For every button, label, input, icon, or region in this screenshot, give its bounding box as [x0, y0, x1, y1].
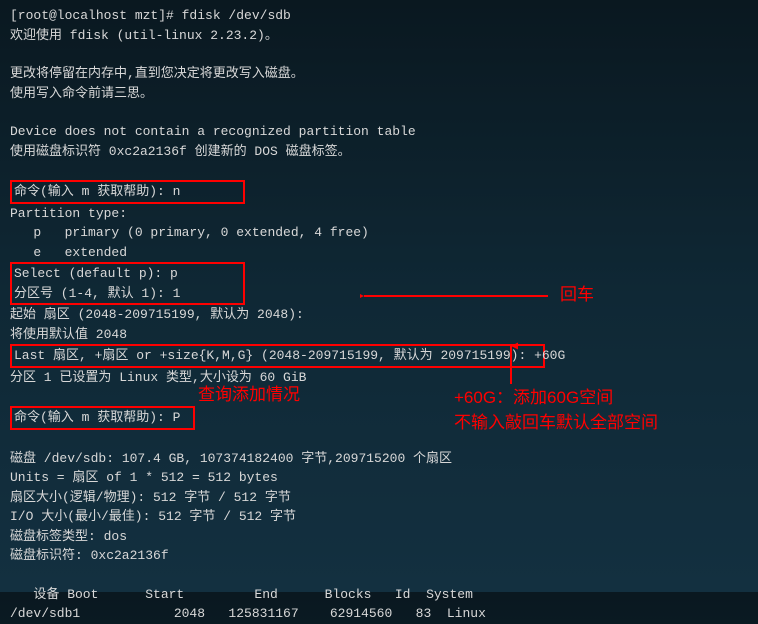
terminal-line: p primary (0 primary, 0 extended, 4 free…	[10, 223, 748, 243]
terminal-line: 分区 1 已设置为 Linux 类型,大小设为 60 GiB	[10, 368, 748, 388]
terminal-line: e extended	[10, 243, 748, 263]
terminal-line: Select (default p): p	[14, 264, 241, 284]
terminal-line: Last 扇区, +扇区 or +size{K,M,G} (2048-20971…	[14, 346, 541, 366]
arrow-60g	[504, 342, 518, 386]
annotation-enter: 回车	[560, 282, 594, 308]
blank-line	[10, 45, 748, 64]
highlight-box-command-n: 命令(输入 m 获取帮助): n	[10, 180, 245, 204]
blank-line	[10, 161, 748, 180]
arrow-enter	[360, 289, 550, 303]
highlight-box-command-p: 命令(输入 m 获取帮助): P	[10, 406, 195, 430]
terminal-line: 起始 扇区 (2048-209715199, 默认为 2048):	[10, 305, 748, 325]
terminal-line: 扇区大小(逻辑/物理): 512 字节 / 512 字节	[10, 488, 748, 508]
terminal-line: 磁盘标识符: 0xc2a2136f	[10, 546, 748, 566]
partition-table-row: /dev/sdb1 2048 125831167 62914560 83 Lin…	[10, 604, 748, 624]
annotation-default-all: 不输入敲回车默认全部空间	[454, 410, 658, 436]
terminal-line: 欢迎使用 fdisk (util-linux 2.23.2)。	[10, 26, 748, 46]
highlight-box-select-partition: Select (default p): p 分区号 (1-4, 默认 1): 1	[10, 262, 245, 305]
blank-line	[10, 566, 748, 585]
partition-table-header: 设备 Boot Start End Blocks Id System	[10, 585, 748, 605]
terminal-line: Partition type:	[10, 204, 748, 224]
terminal-line: 使用磁盘标识符 0xc2a2136f 创建新的 DOS 磁盘标签。	[10, 142, 748, 162]
terminal-line: 使用写入命令前请三思。	[10, 84, 748, 104]
highlight-box-last-sector: Last 扇区, +扇区 or +size{K,M,G} (2048-20971…	[10, 344, 545, 368]
terminal-line-command: 命令(输入 m 获取帮助): P	[14, 408, 191, 428]
blank-line	[10, 387, 748, 406]
terminal-line: Units = 扇区 of 1 * 512 = 512 bytes	[10, 468, 748, 488]
terminal-line: Device does not contain a recognized par…	[10, 122, 748, 142]
annotation-query: 查询添加情况	[198, 382, 300, 408]
annotation-60g: +60G：添加60G空间	[454, 385, 613, 411]
terminal-line: 更改将停留在内存中,直到您决定将更改写入磁盘。	[10, 64, 748, 84]
terminal-line: 磁盘标签类型: dos	[10, 527, 748, 547]
terminal-line: 将使用默认值 2048	[10, 325, 748, 345]
terminal-line-prompt: [root@localhost mzt]# fdisk /dev/sdb	[10, 6, 748, 26]
blank-line	[10, 103, 748, 122]
terminal-line: 磁盘 /dev/sdb: 107.4 GB, 107374182400 字节,2…	[10, 449, 748, 469]
terminal-line: 分区号 (1-4, 默认 1): 1	[14, 284, 241, 304]
terminal-line: I/O 大小(最小/最佳): 512 字节 / 512 字节	[10, 507, 748, 527]
terminal-line-command: 命令(输入 m 获取帮助): n	[14, 182, 241, 202]
